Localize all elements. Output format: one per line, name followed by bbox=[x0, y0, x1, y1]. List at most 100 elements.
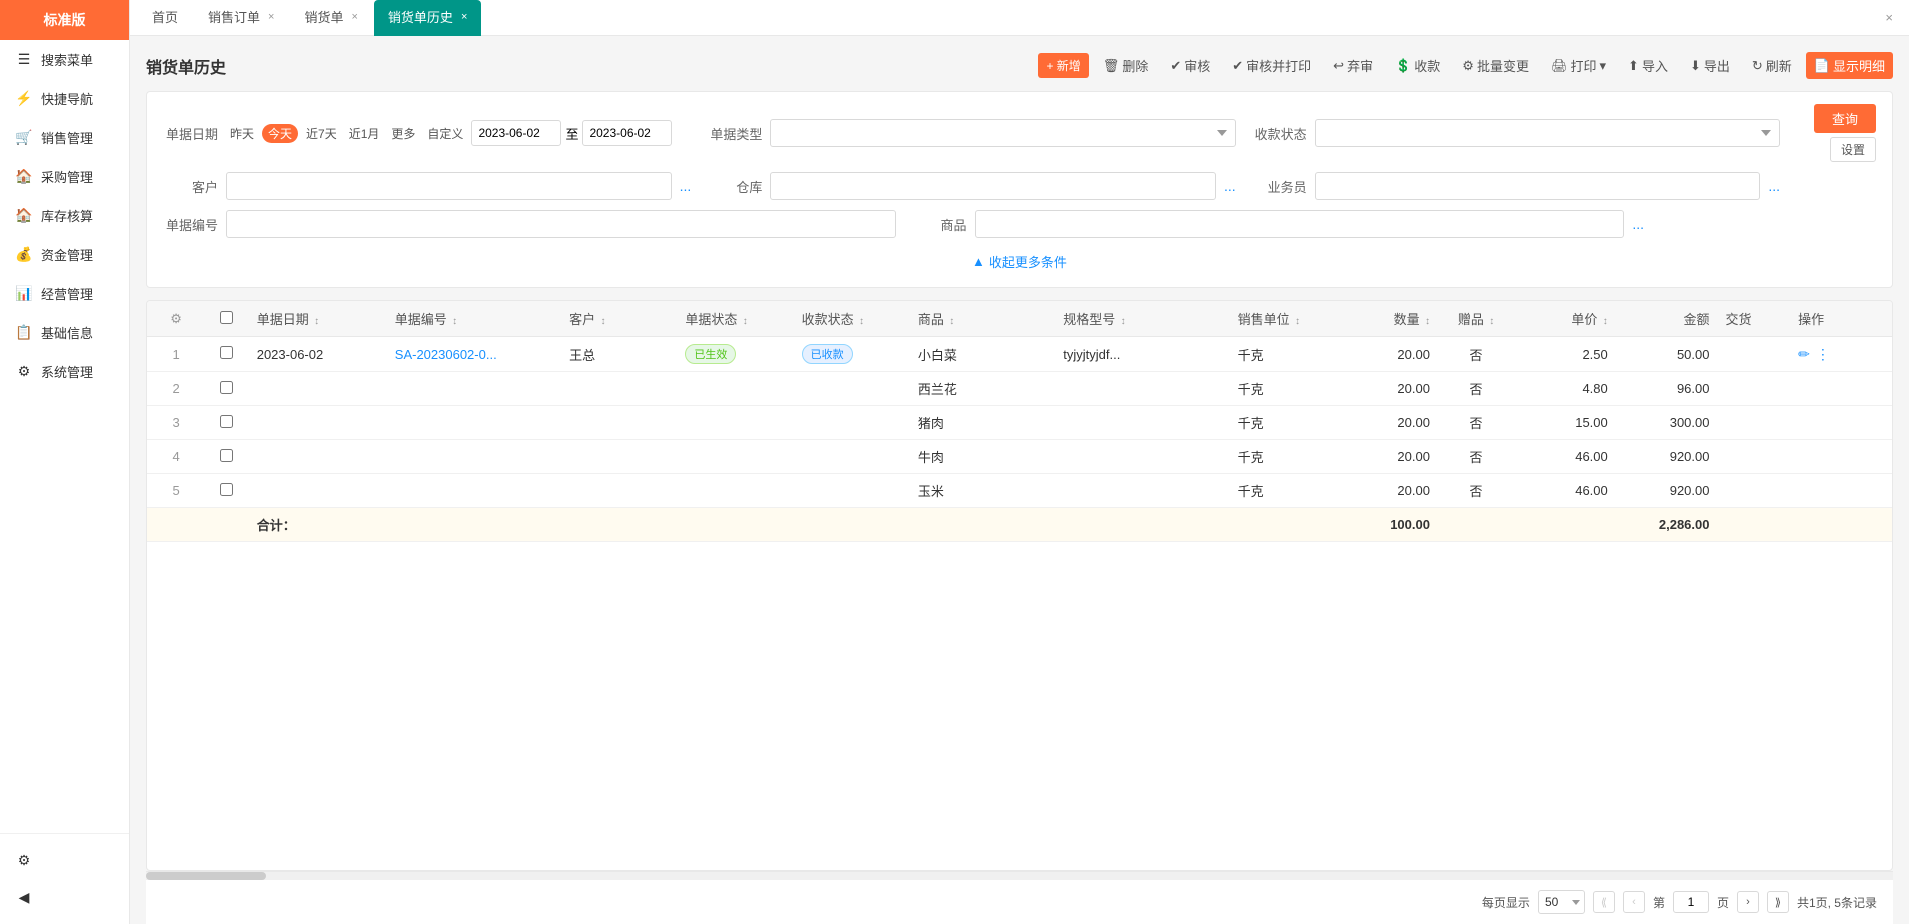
customer-input[interactable] bbox=[226, 172, 672, 200]
collect-button[interactable]: 💲 收款 bbox=[1387, 52, 1448, 79]
unit-sort-icon[interactable]: ↕ bbox=[1295, 316, 1300, 327]
col-header-settings[interactable]: ⚙ bbox=[147, 301, 205, 337]
per-page-select[interactable]: 50 10 20 100 bbox=[1538, 890, 1585, 914]
col-header-deal[interactable]: 交货 bbox=[1717, 301, 1790, 337]
tab-sales-order-close[interactable]: × bbox=[268, 11, 274, 23]
sidebar-item-purchase-mgmt[interactable]: 🏠 采购管理 bbox=[0, 157, 129, 196]
customer-sort-icon[interactable]: ↕ bbox=[601, 316, 606, 327]
col-header-doc-status[interactable]: 单据状态 ↕ bbox=[677, 301, 793, 337]
sidebar-item-sales-mgmt[interactable]: 🛒 销售管理 bbox=[0, 118, 129, 157]
date-tab-today[interactable]: 今天 bbox=[262, 124, 298, 143]
row-1-no[interactable]: SA-20230602-0... bbox=[387, 337, 561, 372]
sidebar-collapse-btn[interactable]: ◀ bbox=[0, 879, 129, 916]
scroll-thumb[interactable] bbox=[146, 872, 266, 880]
sidebar-bottom-settings[interactable]: ⚙ bbox=[0, 842, 129, 879]
warehouse-input[interactable] bbox=[770, 172, 1216, 200]
table-settings-icon[interactable]: ⚙ bbox=[170, 311, 182, 326]
date-tab-7days[interactable]: 近7天 bbox=[302, 124, 341, 143]
refresh-button[interactable]: ↻ 刷新 bbox=[1744, 52, 1800, 79]
row-4-check[interactable] bbox=[205, 440, 249, 474]
price-sort-icon[interactable]: ↕ bbox=[1603, 316, 1608, 327]
col-header-no[interactable]: 单据编号 ↕ bbox=[387, 301, 561, 337]
col-header-price[interactable]: 单价 ↕ bbox=[1514, 301, 1616, 337]
approve-button[interactable]: ✔ 审核 bbox=[1162, 52, 1218, 79]
batch-change-button[interactable]: ⚙ 批量变更 bbox=[1454, 52, 1537, 79]
warehouse-ellipsis[interactable]: ... bbox=[1224, 178, 1236, 194]
row-2-check[interactable] bbox=[205, 372, 249, 406]
row-1-no-link[interactable]: SA-20230602-0... bbox=[395, 347, 497, 362]
delete-button[interactable]: 🗑 删除 bbox=[1095, 52, 1157, 79]
date-tab-more[interactable]: 更多 bbox=[387, 124, 419, 143]
import-button[interactable]: ⬆ 导入 bbox=[1620, 52, 1676, 79]
row-3-checkbox[interactable] bbox=[220, 415, 233, 428]
sidebar-item-inventory-calc[interactable]: 🏠 库存核算 bbox=[0, 196, 129, 235]
col-header-check[interactable] bbox=[205, 301, 249, 337]
date-to-input[interactable] bbox=[582, 120, 672, 146]
new-button[interactable]: + 新增 bbox=[1038, 53, 1088, 78]
doc-status-sort-icon[interactable]: ↕ bbox=[743, 316, 748, 327]
qty-sort-icon[interactable]: ↕ bbox=[1425, 316, 1430, 327]
prev-page-btn[interactable]: ‹ bbox=[1623, 891, 1645, 913]
page-number-input[interactable] bbox=[1673, 891, 1709, 913]
tab-sales-history[interactable]: 销货单历史 × bbox=[374, 0, 481, 36]
row-5-check[interactable] bbox=[205, 474, 249, 508]
doc-type-select[interactable] bbox=[770, 119, 1235, 147]
col-header-unit[interactable]: 销售单位 ↕ bbox=[1230, 301, 1344, 337]
goods-sort-icon[interactable]: ↕ bbox=[949, 316, 954, 327]
col-header-gift[interactable]: 赠品 ↕ bbox=[1438, 301, 1514, 337]
query-button[interactable]: 查询 bbox=[1814, 104, 1876, 133]
tab-sales-delivery[interactable]: 销货单 × bbox=[290, 0, 371, 36]
col-header-qty[interactable]: 数量 ↕ bbox=[1344, 301, 1438, 337]
tab-sales-delivery-close[interactable]: × bbox=[351, 11, 357, 23]
row-1-checkbox[interactable] bbox=[220, 346, 233, 359]
pay-status-sort-icon[interactable]: ↕ bbox=[859, 316, 864, 327]
show-detail-button[interactable]: 📄 显示明细 bbox=[1806, 52, 1893, 79]
collapse-filter-btn[interactable]: ▲ 收起更多条件 bbox=[163, 248, 1876, 275]
date-sort-icon[interactable]: ↕ bbox=[314, 316, 319, 327]
last-page-btn[interactable]: ⟫ bbox=[1767, 891, 1789, 913]
row-1-edit-btn[interactable]: ✏ bbox=[1798, 346, 1810, 363]
sidebar-item-search-menu[interactable]: ☰ 搜索菜单 bbox=[0, 40, 129, 79]
date-tab-1month[interactable]: 近1月 bbox=[345, 124, 384, 143]
discard-button[interactable]: ↩ 弃审 bbox=[1325, 52, 1381, 79]
goods-input[interactable] bbox=[975, 210, 1625, 238]
pay-status-select[interactable] bbox=[1315, 119, 1780, 147]
goods-ellipsis[interactable]: ... bbox=[1632, 216, 1644, 232]
date-tab-custom[interactable]: 自定义 bbox=[423, 124, 467, 143]
date-from-input[interactable] bbox=[471, 120, 561, 146]
row-1-check[interactable] bbox=[205, 337, 249, 372]
col-header-amount[interactable]: 金额 bbox=[1616, 301, 1718, 337]
horizontal-scrollbar[interactable] bbox=[146, 871, 1893, 879]
col-header-date[interactable]: 单据日期 ↕ bbox=[249, 301, 387, 337]
row-5-checkbox[interactable] bbox=[220, 483, 233, 496]
sidebar-item-basic-info[interactable]: 📋 基础信息 bbox=[0, 313, 129, 352]
first-page-btn[interactable]: ⟪ bbox=[1593, 891, 1615, 913]
export-button[interactable]: ⬇ 导出 bbox=[1682, 52, 1738, 79]
col-header-spec[interactable]: 规格型号 ↕ bbox=[1055, 301, 1229, 337]
next-page-btn[interactable]: › bbox=[1737, 891, 1759, 913]
select-all-checkbox[interactable] bbox=[220, 311, 233, 324]
row-3-check[interactable] bbox=[205, 406, 249, 440]
salesperson-ellipsis[interactable]: ... bbox=[1768, 178, 1780, 194]
salesperson-input[interactable] bbox=[1315, 172, 1761, 200]
col-header-goods[interactable]: 商品 ↕ bbox=[910, 301, 1055, 337]
sidebar-item-quick-nav[interactable]: ⚡ 快捷导航 bbox=[0, 79, 129, 118]
sidebar-item-system-mgmt[interactable]: ⚙ 系统管理 bbox=[0, 352, 129, 391]
sidebar-item-operations-mgmt[interactable]: 📊 经营管理 bbox=[0, 274, 129, 313]
settings-button[interactable]: 设置 bbox=[1830, 137, 1876, 162]
col-header-pay-status[interactable]: 收款状态 ↕ bbox=[794, 301, 910, 337]
approve-print-button[interactable]: ✔ 审核并打印 bbox=[1224, 52, 1319, 79]
tab-home[interactable]: 首页 bbox=[138, 0, 192, 36]
tab-sales-history-close[interactable]: × bbox=[461, 11, 467, 23]
tab-sales-order[interactable]: 销售订单 × bbox=[194, 0, 288, 36]
customer-ellipsis[interactable]: ... bbox=[680, 178, 692, 194]
date-tab-yesterday[interactable]: 昨天 bbox=[226, 124, 258, 143]
col-header-customer[interactable]: 客户 ↕ bbox=[561, 301, 677, 337]
gift-sort-icon[interactable]: ↕ bbox=[1489, 316, 1494, 327]
spec-sort-icon[interactable]: ↕ bbox=[1121, 316, 1126, 327]
print-button[interactable]: 🖨 打印 ▾ bbox=[1543, 52, 1614, 79]
no-sort-icon[interactable]: ↕ bbox=[452, 316, 457, 327]
doc-no-input[interactable] bbox=[226, 210, 896, 238]
sidebar-item-fund-mgmt[interactable]: 💰 资金管理 bbox=[0, 235, 129, 274]
row-1-more-btn[interactable]: ⋮ bbox=[1816, 346, 1830, 363]
